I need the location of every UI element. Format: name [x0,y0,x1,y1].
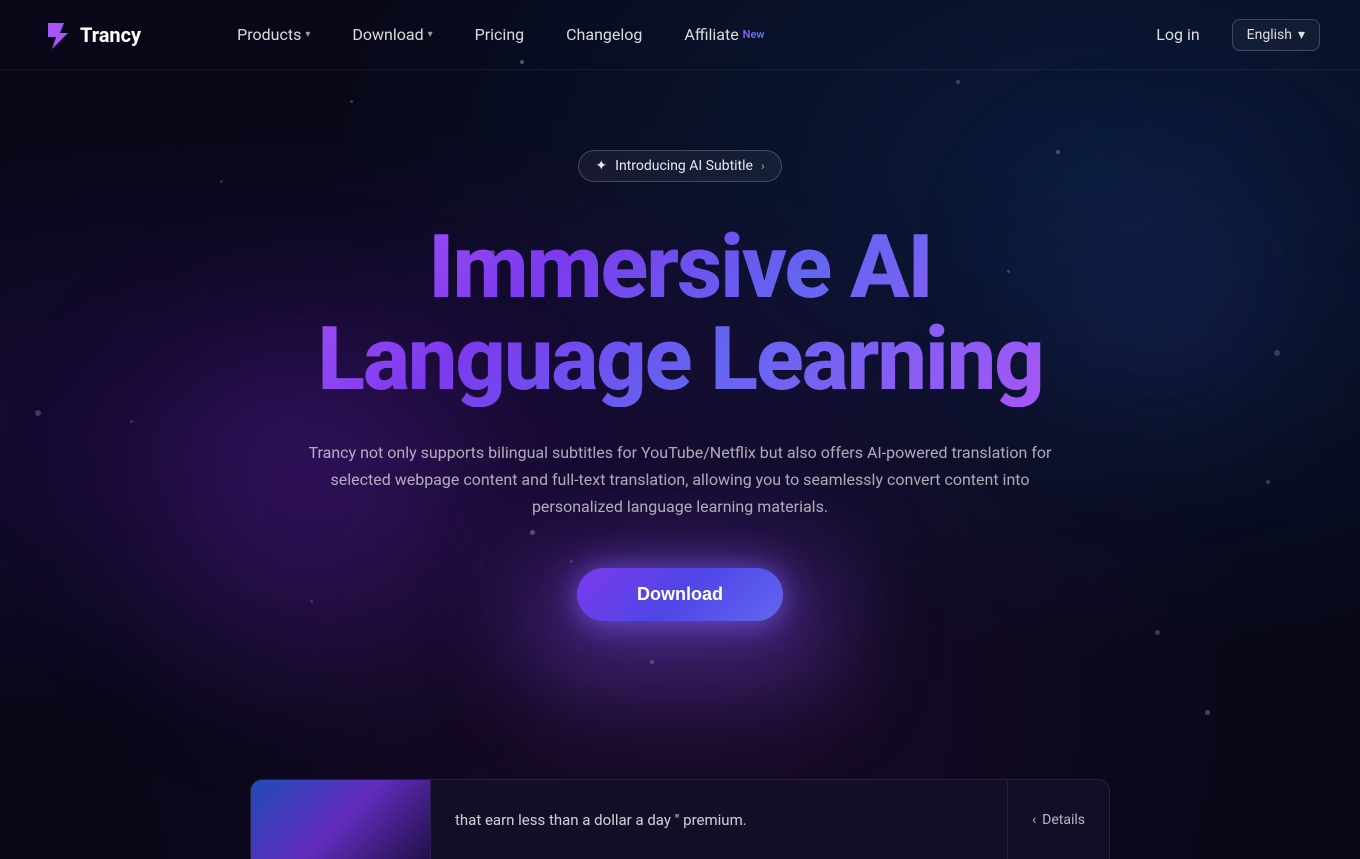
nav-right: Log in English ▾ [1140,17,1320,52]
hero-title: Immersive AI Language Learning [317,222,1042,407]
logo-text: Trancy [80,23,141,47]
intro-badge-text: Introducing AI Subtitle [615,158,753,174]
new-badge: New [743,28,765,41]
nav-item-affiliate[interactable]: Affiliate New [668,17,780,52]
download-button[interactable]: Download [577,568,783,621]
preview-bar: that earn less than a dollar a day " pre… [250,779,1110,859]
chevron-down-icon: ▾ [428,29,433,40]
logo[interactable]: Trancy [40,19,141,51]
nav-links: Products ▾ Download ▾ Pricing Changelog … [221,17,1140,52]
chevron-down-icon: ▾ [305,29,310,40]
preview-area: that earn less than a dollar a day " pre… [250,779,1110,859]
language-label: English [1247,27,1292,43]
preview-thumbnail [251,780,431,859]
badge-arrow-icon: › [761,159,765,173]
language-selector[interactable]: English ▾ [1232,19,1320,51]
nav-item-pricing[interactable]: Pricing [459,17,541,52]
login-button[interactable]: Log in [1140,17,1215,52]
preview-subtitle: that earn less than a dollar a day " pre… [431,780,1007,859]
navbar: Trancy Products ▾ Download ▾ Pricing Cha… [0,0,1360,70]
intro-badge[interactable]: ✦ Introducing AI Subtitle › [578,150,781,182]
details-chevron-icon: ‹ [1032,812,1036,828]
nav-item-changelog[interactable]: Changelog [550,17,658,52]
logo-icon [40,19,72,51]
nav-item-download[interactable]: Download ▾ [336,17,448,52]
sparkle-icon: ✦ [595,158,607,174]
details-label: Details [1042,812,1085,828]
hero-description: Trancy not only supports bilingual subti… [300,439,1060,521]
language-chevron: ▾ [1298,27,1305,43]
nav-item-products[interactable]: Products ▾ [221,17,326,52]
hero-section: ✦ Introducing AI Subtitle › Immersive AI… [0,70,1360,621]
preview-details-button[interactable]: ‹ Details [1007,780,1109,859]
